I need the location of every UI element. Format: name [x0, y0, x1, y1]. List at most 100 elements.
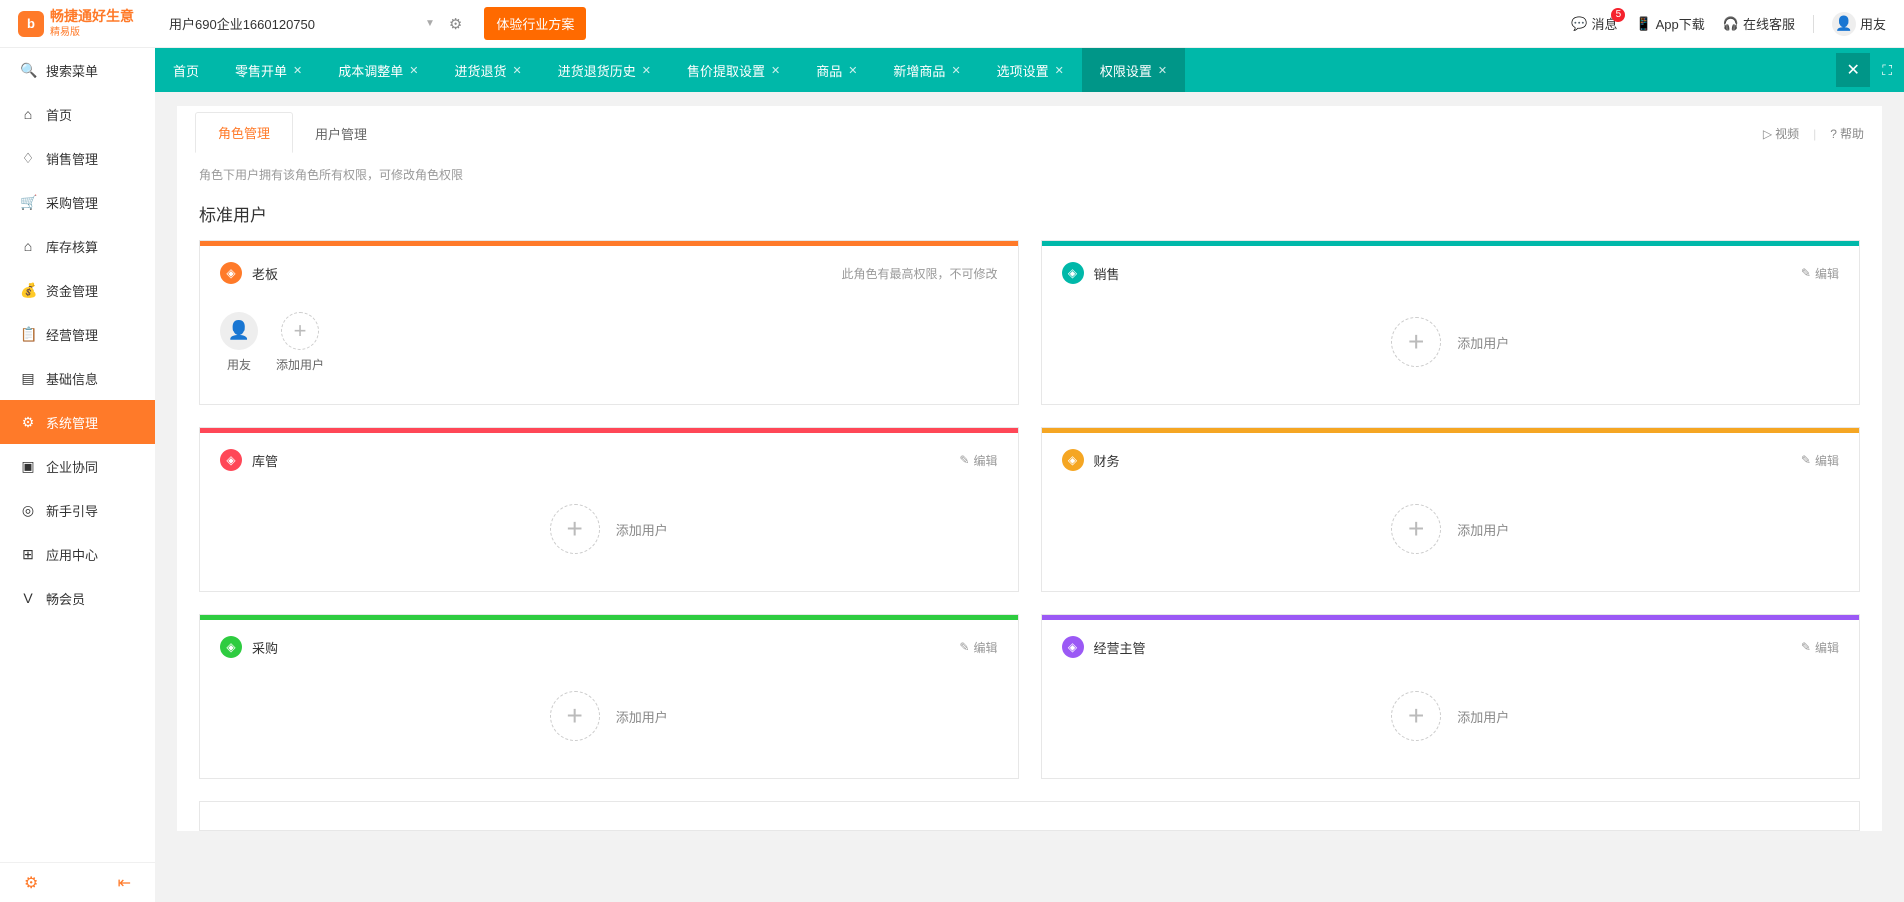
sidebar-item-1[interactable]: ⌂首页 — [0, 92, 155, 136]
close-icon[interactable]: ✕ — [1158, 64, 1167, 77]
sidebar-item-11[interactable]: ⊞应用中心 — [0, 532, 155, 576]
sidebar-item-label: 资金管理 — [46, 281, 98, 300]
sidebar-icon: ⚙ — [20, 414, 36, 431]
settings-icon[interactable]: ⚙ — [449, 15, 462, 33]
message-badge: 5 — [1611, 8, 1625, 22]
sidebar-item-label: 销售管理 — [46, 149, 98, 168]
tenant-name: 用户690企业1660120750 — [169, 14, 315, 33]
sidebar-item-10[interactable]: ◎新手引导 — [0, 488, 155, 532]
tab-3[interactable]: 进货退货✕ — [436, 48, 539, 92]
support-link[interactable]: 🎧 在线客服 — [1723, 14, 1795, 33]
sidebar-item-6[interactable]: 📋经营管理 — [0, 312, 155, 356]
tenant-select[interactable]: 用户690企业1660120750 ▼ — [169, 14, 435, 33]
edit-button[interactable]: ✎编辑 — [1801, 452, 1839, 469]
sidebar-item-7[interactable]: ▤基础信息 — [0, 356, 155, 400]
close-tabs-button[interactable]: ✕ — [1836, 53, 1870, 87]
sidebar-item-3[interactable]: 🛒采购管理 — [0, 180, 155, 224]
edit-button[interactable]: ✎编辑 — [959, 452, 997, 469]
experience-button[interactable]: 体验行业方案 — [484, 7, 586, 40]
edit-button[interactable]: ✎编辑 — [959, 639, 997, 656]
sidebar-item-12[interactable]: V畅会员 — [0, 576, 155, 620]
sidebar-item-9[interactable]: ▣企业协同 — [0, 444, 155, 488]
add-user-button[interactable]: +添加用户 — [1391, 504, 1509, 554]
close-icon[interactable]: ✕ — [771, 64, 780, 77]
add-user-button[interactable]: +添加用户 — [276, 312, 324, 373]
plus-icon: + — [281, 312, 319, 350]
role-icon: ◈ — [220, 636, 242, 658]
close-icon[interactable]: ✕ — [293, 64, 302, 77]
close-icon[interactable]: ✕ — [409, 64, 418, 77]
role-card-partial — [199, 801, 1860, 831]
close-icon[interactable]: ✕ — [951, 64, 960, 77]
tab-5[interactable]: 售价提取设置✕ — [669, 48, 798, 92]
sidebar-item-label: 库存核算 — [46, 237, 98, 256]
role-icon: ◈ — [1062, 262, 1084, 284]
tab-6[interactable]: 商品✕ — [798, 48, 875, 92]
tab-0[interactable]: 首页 — [155, 48, 217, 92]
add-user-button[interactable]: +添加用户 — [1391, 317, 1509, 367]
logo-text: 畅捷通好生意 — [50, 9, 134, 23]
sidebar-item-label: 经营管理 — [46, 325, 98, 344]
chevron-down-icon: ▼ — [425, 18, 435, 29]
plus-icon: + — [1391, 691, 1441, 741]
sidebar-item-label: 搜索菜单 — [46, 61, 98, 80]
close-icon[interactable]: ✕ — [513, 64, 522, 77]
tab-9[interactable]: 权限设置✕ — [1082, 48, 1185, 92]
edit-button[interactable]: ✎编辑 — [1801, 639, 1839, 656]
tab-1[interactable]: 零售开单✕ — [217, 48, 320, 92]
tab-2[interactable]: 成本调整单✕ — [320, 48, 436, 92]
user-item[interactable]: 👤用友 — [220, 312, 258, 373]
close-icon[interactable]: ✕ — [848, 64, 857, 77]
role-name: 财务 — [1094, 451, 1120, 470]
sidebar-footer: ⚙ ⇤ — [0, 862, 155, 902]
sidebar-item-4[interactable]: ⌂库存核算 — [0, 224, 155, 268]
tab-user-management[interactable]: 用户管理 — [293, 114, 389, 153]
messages-link[interactable]: 💬 消息 5 — [1571, 14, 1617, 33]
edit-icon: ✎ — [959, 640, 969, 654]
fullscreen-icon[interactable]: ⛶ — [1882, 62, 1892, 79]
message-icon: 💬 — [1571, 16, 1587, 32]
app-download-link[interactable]: 📱 App下载 — [1635, 14, 1704, 33]
tab-8[interactable]: 选项设置✕ — [979, 48, 1082, 92]
settings-icon[interactable]: ⚙ — [24, 873, 38, 893]
sidebar-item-8[interactable]: ⚙系统管理 — [0, 400, 155, 444]
user-menu[interactable]: 👤 用友 — [1832, 12, 1886, 36]
tab-4[interactable]: 进货退货历史✕ — [540, 48, 669, 92]
add-user-button[interactable]: +添加用户 — [550, 504, 668, 554]
role-icon: ◈ — [220, 262, 242, 284]
divider — [1813, 15, 1814, 33]
role-icon: ◈ — [220, 449, 242, 471]
sidebar-item-0[interactable]: 🔍 搜索菜单 — [0, 48, 155, 92]
add-user-button[interactable]: +添加用户 — [1391, 691, 1509, 741]
tab-7[interactable]: 新增商品✕ — [875, 48, 978, 92]
tab-bar: 首页零售开单✕成本调整单✕进货退货✕进货退货历史✕售价提取设置✕商品✕新增商品✕… — [155, 48, 1904, 92]
avatar-icon: 👤 — [220, 312, 258, 350]
add-user-button[interactable]: +添加用户 — [550, 691, 668, 741]
sidebar-icon: 🔍 — [20, 62, 36, 79]
card-header: ◈财务✎编辑 — [1042, 433, 1860, 481]
plus-icon: + — [550, 504, 600, 554]
close-icon[interactable]: ✕ — [642, 64, 651, 77]
help-link[interactable]: ? 帮助 — [1830, 125, 1864, 142]
sidebar-icon: 🛒 — [20, 194, 36, 211]
role-name: 经营主管 — [1094, 638, 1146, 657]
section-title: 标准用户 — [177, 197, 1882, 240]
edit-icon: ✎ — [959, 453, 969, 467]
collapse-icon[interactable]: ⇤ — [118, 873, 131, 893]
close-icon[interactable]: ✕ — [1055, 64, 1064, 77]
role-card-purple: ◈经营主管✎编辑+添加用户 — [1041, 614, 1861, 779]
sidebar-item-2[interactable]: ♢销售管理 — [0, 136, 155, 180]
role-card-green: ◈采购✎编辑+添加用户 — [199, 614, 1019, 779]
video-link[interactable]: ▷ 视频 — [1763, 125, 1799, 142]
sidebar: 🔍 搜索菜单 ⌂首页♢销售管理🛒采购管理⌂库存核算 💰 资金管理 📋经营管理▤基础信息⚙系… — [0, 48, 155, 902]
logo-subtitle: 精易版 — [50, 23, 134, 38]
edit-button[interactable]: ✎编辑 — [1801, 265, 1839, 282]
tab-role-management[interactable]: 角色管理 — [195, 112, 293, 153]
sidebar-icon: 💰 — [20, 282, 36, 299]
sidebar-item-5[interactable]: 💰 资金管理 — [0, 268, 155, 312]
role-card-red: ◈库管✎编辑 +添加用户 — [199, 427, 1019, 592]
sidebar-item-label: 首页 — [46, 105, 72, 124]
card-header: ◈库管✎编辑 — [200, 433, 1018, 481]
sidebar-item-label: 企业协同 — [46, 457, 98, 476]
plus-icon: + — [1391, 504, 1441, 554]
